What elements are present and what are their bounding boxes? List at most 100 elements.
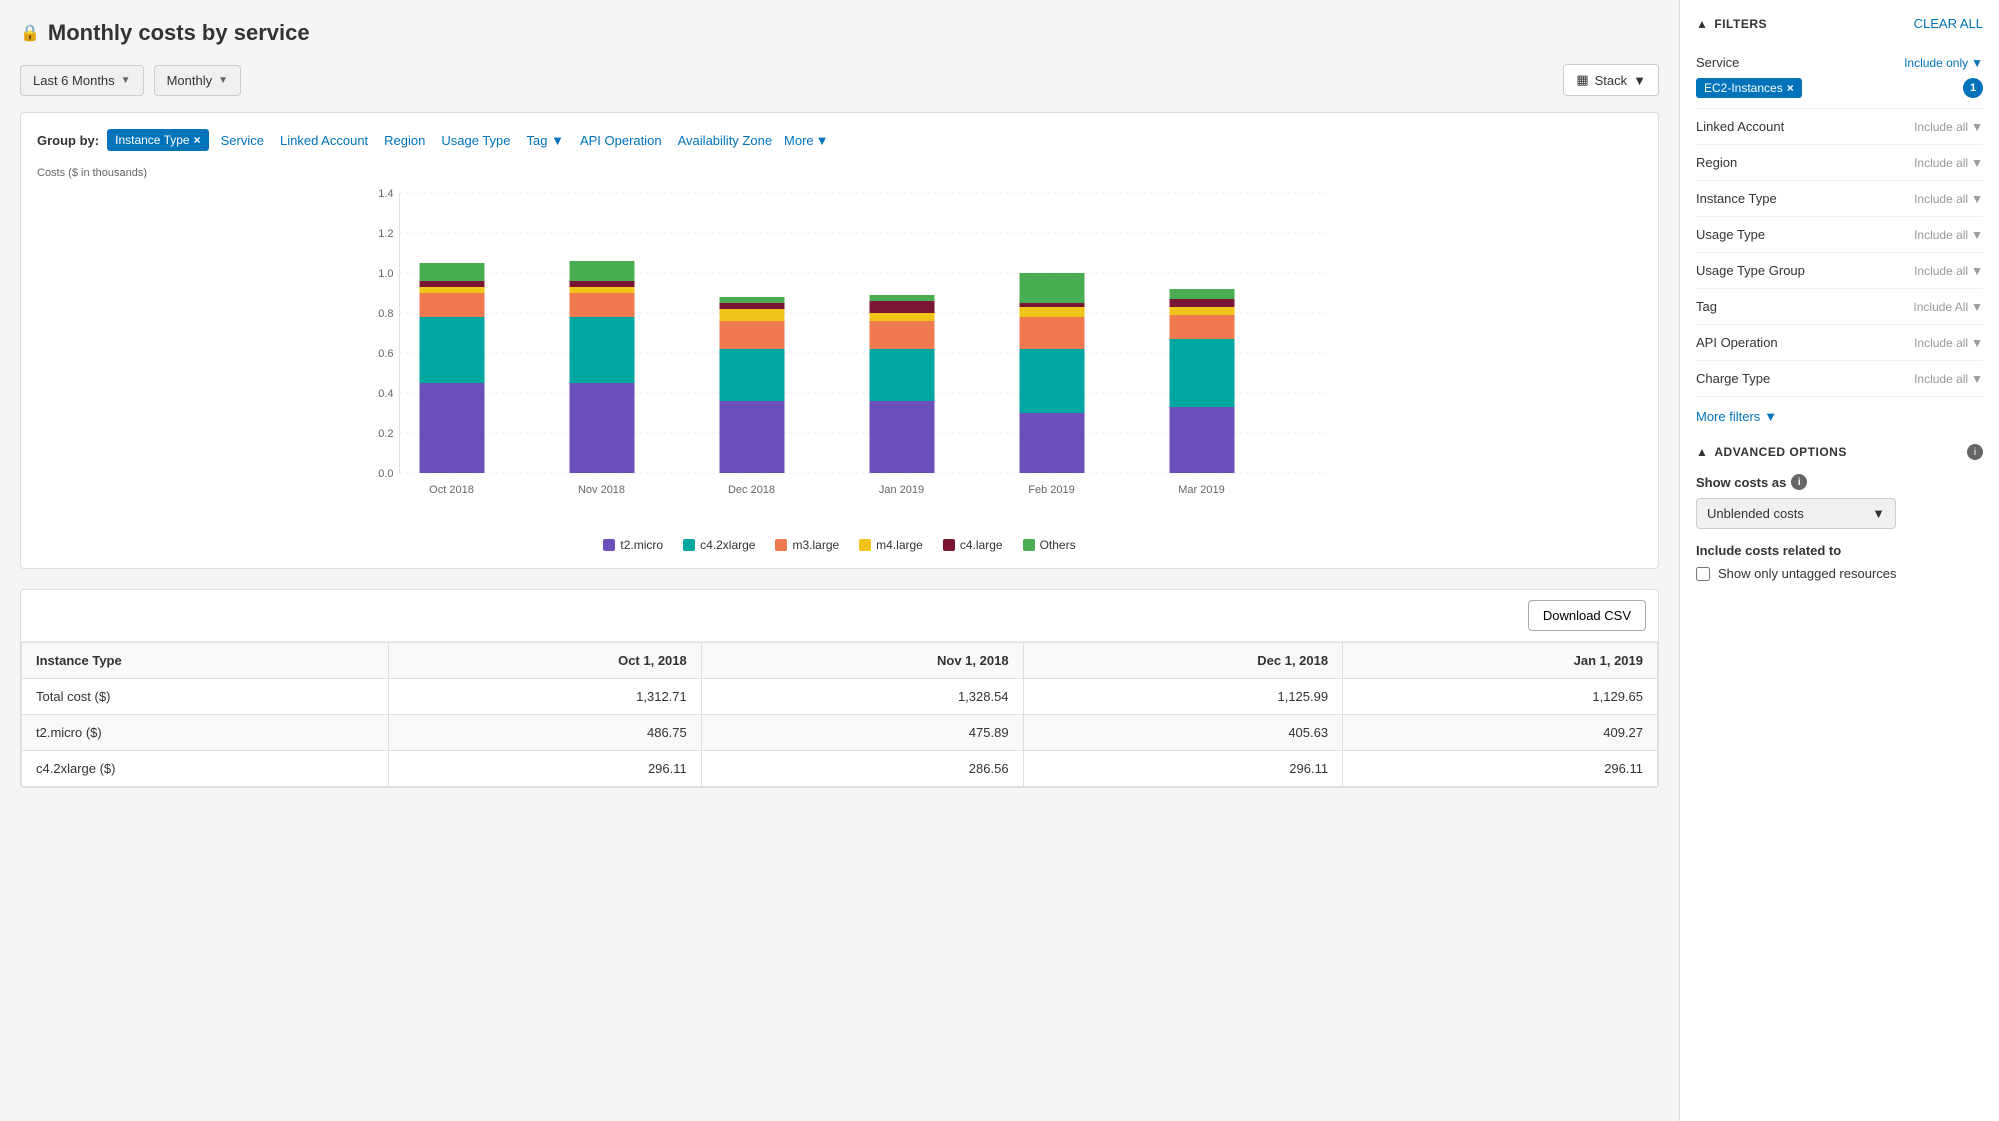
- row-t2micro-oct: 486.75: [389, 715, 702, 751]
- group-by-tag[interactable]: Tag ▼: [523, 131, 568, 150]
- group-by-api-operation[interactable]: API Operation: [576, 131, 666, 150]
- svg-text:0.4: 0.4: [378, 388, 393, 400]
- tag-control[interactable]: Include All ▼: [1913, 300, 1983, 314]
- legend-c4-2xlarge-color: [683, 539, 695, 551]
- svg-text:Feb 2019: Feb 2019: [1028, 484, 1074, 496]
- region-label: Region: [1696, 155, 1737, 170]
- usage-type-filter-row: Usage Type Include all ▼: [1696, 217, 1983, 253]
- usage-type-group-label: Usage Type Group: [1696, 263, 1805, 278]
- bar-feb-m4large: [1020, 307, 1085, 317]
- bar-feb-others: [1020, 273, 1085, 303]
- tag-label: Tag: [1696, 299, 1717, 314]
- service-tag-remove-icon[interactable]: ×: [1787, 81, 1794, 95]
- advanced-collapse-icon[interactable]: ▲: [1696, 445, 1708, 459]
- charge-type-include-all-label: Include all: [1914, 372, 1968, 386]
- bar-dec-m3large: [720, 321, 785, 349]
- advanced-options-header: ▲ ADVANCED OPTIONS i: [1696, 444, 1983, 460]
- legend-t2micro-color: [603, 539, 615, 551]
- stack-dropdown[interactable]: ▦ Stack ▼: [1563, 64, 1659, 96]
- usage-type-group-control[interactable]: Include all ▼: [1914, 264, 1983, 278]
- service-active-tag[interactable]: EC2-Instances ×: [1696, 78, 1802, 98]
- region-control[interactable]: Include all ▼: [1914, 156, 1983, 170]
- legend-c4large-color: [943, 539, 955, 551]
- legend-m4large: m4.large: [859, 538, 923, 552]
- usage-type-include-all-label: Include all: [1914, 228, 1968, 242]
- row-c42xlarge-type: c4.2xlarge ($): [22, 751, 389, 787]
- usage-type-control[interactable]: Include all ▼: [1914, 228, 1983, 242]
- bar-mar-c4large: [1170, 299, 1235, 307]
- granularity-label: Monthly: [167, 73, 213, 88]
- group-by-service[interactable]: Service: [217, 131, 268, 150]
- service-filter-label: Service: [1696, 55, 1739, 70]
- tag-include-all-label: Include All: [1913, 300, 1968, 314]
- group-by-usage-type[interactable]: Usage Type: [437, 131, 514, 150]
- group-by-availability-zone[interactable]: Availability Zone: [674, 131, 776, 150]
- service-dropdown-arrow-icon: ▼: [1971, 56, 1983, 70]
- filters-collapse-icon[interactable]: ▲: [1696, 17, 1708, 31]
- group-by-region[interactable]: Region: [380, 131, 429, 150]
- granularity-arrow-icon: ▼: [218, 75, 228, 86]
- row-t2micro-nov: 475.89: [701, 715, 1023, 751]
- service-filter-top: Service Include only ▼: [1696, 55, 1983, 70]
- svg-text:Dec 2018: Dec 2018: [728, 484, 775, 496]
- legend-m4large-color: [859, 539, 871, 551]
- legend-c4-2xlarge: c4.2xlarge: [683, 538, 755, 552]
- svg-text:Jan 2019: Jan 2019: [879, 484, 924, 496]
- more-arrow-icon: ▼: [816, 133, 829, 148]
- group-by-linked-account[interactable]: Linked Account: [276, 131, 372, 150]
- bar-dec-c4large: [720, 303, 785, 309]
- advanced-info-icon[interactable]: i: [1967, 444, 1983, 460]
- api-operation-control[interactable]: Include all ▼: [1914, 336, 1983, 350]
- row-c42xlarge-jan: 296.11: [1343, 751, 1658, 787]
- legend-t2micro: t2.micro: [603, 538, 663, 552]
- download-csv-button[interactable]: Download CSV: [1528, 600, 1646, 631]
- active-group-tag[interactable]: Instance Type ×: [107, 129, 209, 151]
- show-costs-info-icon[interactable]: i: [1791, 474, 1807, 490]
- bar-mar-others: [1170, 289, 1235, 299]
- granularity-dropdown[interactable]: Monthly ▼: [154, 65, 241, 96]
- col-jan: Jan 1, 2019: [1343, 643, 1658, 679]
- svg-text:0.0: 0.0: [378, 468, 393, 480]
- bar-jan-m4large: [870, 313, 935, 321]
- legend-others-color: [1023, 539, 1035, 551]
- data-table-section: Download CSV Instance Type Oct 1, 2018 N…: [20, 589, 1659, 788]
- advanced-title-label: ADVANCED OPTIONS: [1714, 445, 1846, 459]
- stack-arrow-icon: ▼: [1633, 73, 1646, 88]
- usage-type-group-arrow-icon: ▼: [1971, 264, 1983, 278]
- instance-type-control[interactable]: Include all ▼: [1914, 192, 1983, 206]
- bar-oct-c4large: [420, 281, 485, 287]
- service-include-only-button[interactable]: Include only ▼: [1904, 56, 1983, 70]
- api-operation-label: API Operation: [1696, 335, 1778, 350]
- linked-account-include-all-label: Include all: [1914, 120, 1968, 134]
- clear-all-button[interactable]: CLEAR ALL: [1914, 16, 1983, 31]
- svg-text:0.2: 0.2: [378, 428, 393, 440]
- stack-label: Stack: [1595, 73, 1628, 88]
- api-operation-arrow-icon: ▼: [1971, 336, 1983, 350]
- bar-jan-others: [870, 295, 935, 301]
- bar-mar-m3large: [1170, 315, 1235, 339]
- row-total-oct: 1,312.71: [389, 679, 702, 715]
- bar-chart-icon: ▦: [1576, 72, 1588, 88]
- remove-tag-icon[interactable]: ×: [194, 133, 201, 147]
- bar-jan-c4large: [870, 301, 935, 313]
- advanced-options-title: ▲ ADVANCED OPTIONS: [1696, 445, 1847, 459]
- legend-m3large-label: m3.large: [792, 538, 839, 552]
- charge-type-label: Charge Type: [1696, 371, 1770, 386]
- untagged-checkbox-row: Show only untagged resources: [1696, 566, 1983, 581]
- linked-account-control[interactable]: Include all ▼: [1914, 120, 1983, 134]
- usage-type-label: Usage Type: [1696, 227, 1765, 242]
- untagged-checkbox[interactable]: [1696, 567, 1710, 581]
- data-table: Instance Type Oct 1, 2018 Nov 1, 2018 De…: [21, 642, 1658, 787]
- period-dropdown[interactable]: Last 6 Months ▼: [20, 65, 144, 96]
- costs-dropdown[interactable]: Unblended costs ▼: [1696, 498, 1896, 529]
- svg-text:Mar 2019: Mar 2019: [1178, 484, 1224, 496]
- bar-nov-m3large: [570, 293, 635, 317]
- more-filters-button[interactable]: More filters ▼: [1696, 397, 1983, 436]
- group-by-more[interactable]: More ▼: [784, 133, 829, 148]
- bar-nov-t2micro: [570, 383, 635, 473]
- bar-mar-c4_2xlarge: [1170, 339, 1235, 407]
- row-c42xlarge-oct: 296.11: [389, 751, 702, 787]
- legend-others-label: Others: [1040, 538, 1076, 552]
- linked-account-arrow-icon: ▼: [1971, 120, 1983, 134]
- charge-type-control[interactable]: Include all ▼: [1914, 372, 1983, 386]
